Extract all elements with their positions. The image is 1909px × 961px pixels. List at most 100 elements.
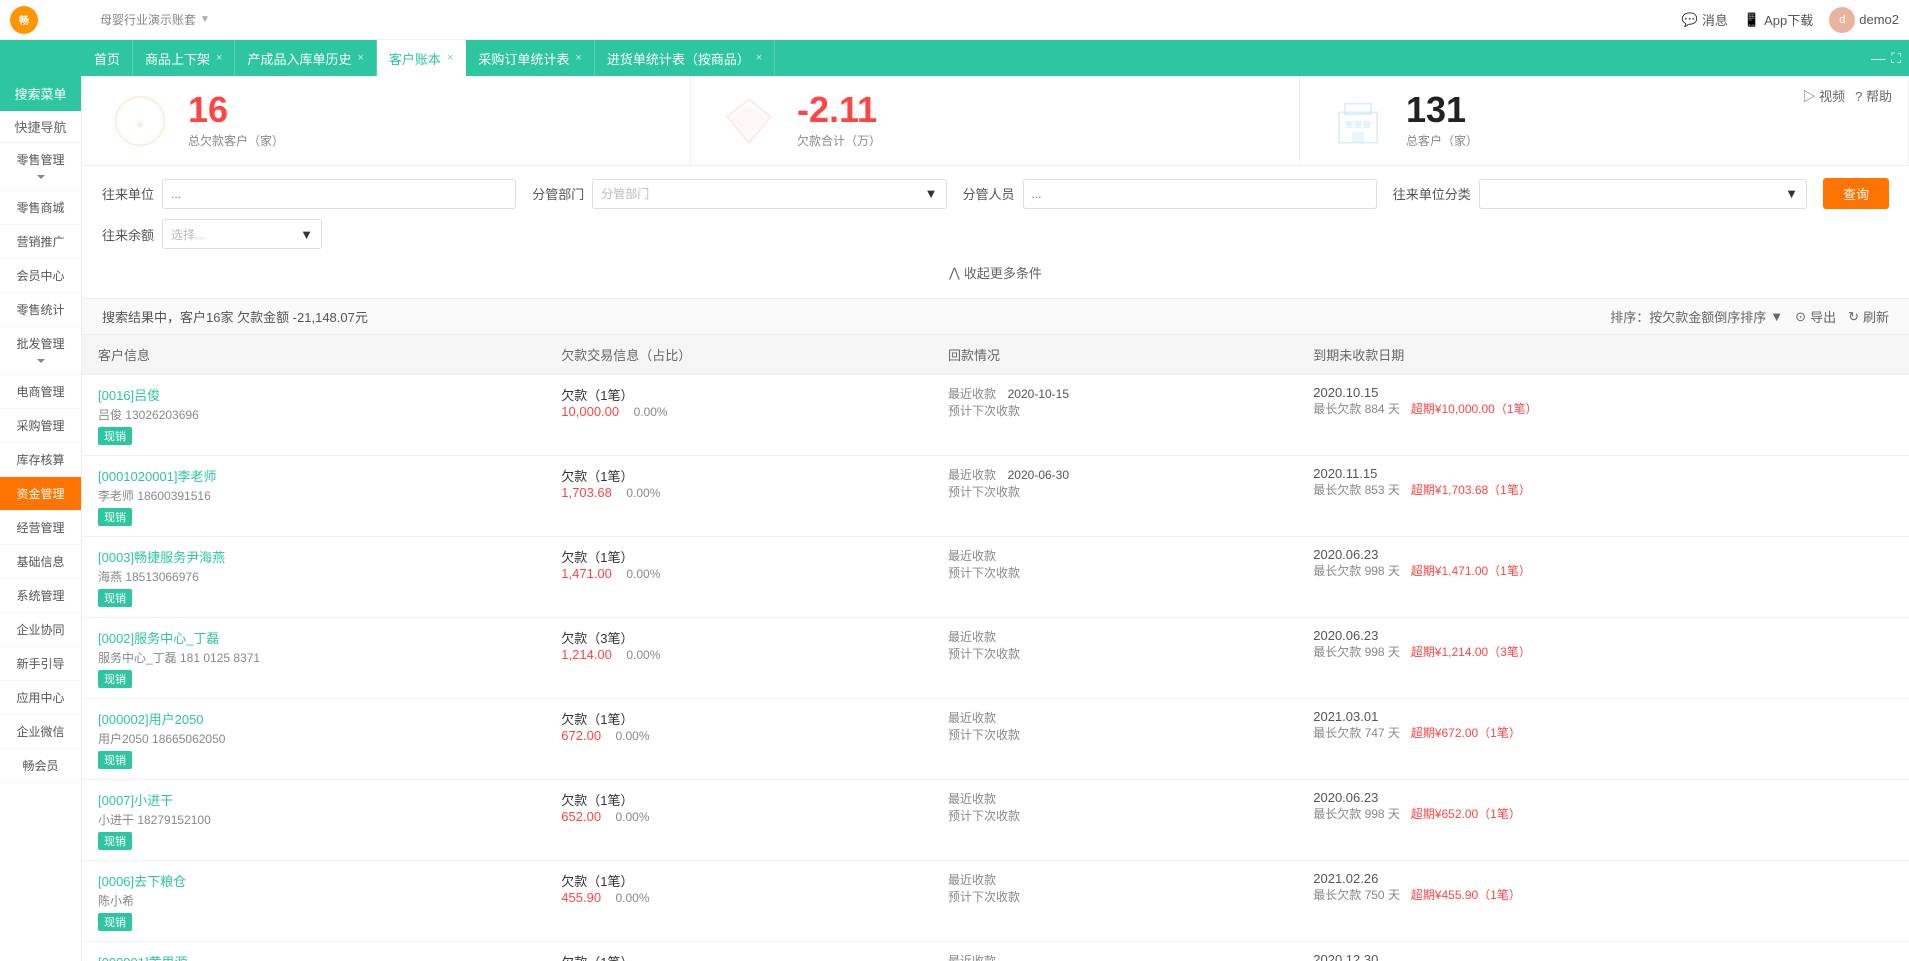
tab-purchase-stats[interactable]: 进货单统计表（按商品） × (595, 40, 775, 76)
overdue-amount[interactable]: 超期¥1,703.68（1笔） (1411, 483, 1531, 497)
sidebar-item-guide[interactable]: 新手引导 (0, 647, 81, 681)
sidebar-item-inventory[interactable]: 库存核算 (0, 443, 81, 477)
expand-icon (37, 175, 45, 179)
debt-amount[interactable]: 672.00 (561, 728, 601, 743)
overdue-amount[interactable]: 超期¥1,214.00（3笔） (1411, 645, 1531, 659)
tab-expand-btn[interactable]: ⛶ (1891, 50, 1901, 67)
view-video-btn[interactable]: ▷ 视频 (1803, 86, 1846, 105)
sidebar-item-retail-mall[interactable]: 零售商城 (0, 191, 81, 225)
top-bar: 畅 母婴行业演示账套 ▼ 💬 消息 📱 App下载 d demo2 (0, 0, 1909, 40)
sidebar-item-purchase[interactable]: 采购管理 (0, 409, 81, 443)
debt-percent: 0.00% (626, 486, 660, 500)
user-avatar[interactable]: d demo2 (1829, 7, 1899, 33)
tab-minimize-btn[interactable]: — (1871, 50, 1885, 66)
sidebar-item-batch-mgmt[interactable]: 批发管理 (0, 327, 81, 375)
sidebar-quick-nav[interactable]: 快捷导航 (0, 111, 81, 143)
debt-amount[interactable]: 1,471.00 (561, 566, 612, 581)
sidebar-item-member[interactable]: 会员中心 (0, 259, 81, 293)
sidebar-item-enterprise-wx[interactable]: 企业微信 (0, 715, 81, 749)
due-date: 2020.06.23 (1313, 628, 1893, 643)
receipt-info: 最近收款 (948, 952, 1281, 961)
help-btn[interactable]: ? 帮助 (1855, 86, 1892, 105)
sidebar-item-basic-info[interactable]: 基础信息 (0, 545, 81, 579)
debt-count: 欠款（1笔） (561, 709, 916, 728)
tab-home[interactable]: 首页 (82, 40, 133, 76)
results-summary: 搜索结果中，客户16家 欠款金额 -21,148.07元 (102, 307, 368, 326)
collapse-btn[interactable]: ⋀ 收起更多条件 (949, 259, 1042, 286)
industry-selector[interactable]: 母婴行业演示账套 ▼ (90, 11, 1682, 28)
export-btn[interactable]: ⊙ 导出 (1795, 307, 1836, 326)
customer-name-link[interactable]: [0007]小进干 (98, 790, 529, 809)
customer-name-link[interactable]: [0001020001]李老师 (98, 466, 529, 485)
stat-number-1: 16 (188, 92, 284, 128)
tab-production-history[interactable]: 产成品入库单历史 × (235, 40, 376, 76)
refresh-btn[interactable]: ↻ 刷新 (1848, 307, 1889, 326)
sidebar-item-ecommerce[interactable]: 电商管理 (0, 375, 81, 409)
tab-customer-account[interactable]: 客户账本 × (377, 40, 466, 76)
next-receipt: 预计下次收款 (948, 483, 1281, 500)
search-button[interactable]: 查询 (1823, 178, 1889, 209)
sidebar-item-app-center[interactable]: 应用中心 (0, 681, 81, 715)
sidebar: 搜索菜单 快捷导航 零售管理 零售商城 营销推广 会员中心 零售统计 批发 (0, 76, 82, 961)
sidebar-item-operation[interactable]: 经营管理 (0, 511, 81, 545)
sidebar-item-vip[interactable]: 畅会员 (0, 749, 81, 783)
debt-amount[interactable]: 455.90 (561, 890, 601, 905)
col-due-date: 到期未收款日期 (1297, 335, 1909, 375)
filter-manager: 分管人员 (963, 179, 1377, 209)
filter-dept: 分管部门 分管部门 ▼ (532, 179, 946, 209)
debt-amount[interactable]: 1,214.00 (561, 647, 612, 662)
due-date: 2020.10.15 (1313, 385, 1893, 400)
sidebar-item-finance[interactable]: 资金管理 (0, 477, 81, 511)
message-btn[interactable]: 💬 消息 (1682, 10, 1728, 29)
tab-close-purchase-order[interactable]: × (575, 52, 581, 64)
tab-close-customer-account[interactable]: × (447, 52, 453, 64)
balance-select[interactable]: 选择... ▼ (162, 219, 322, 249)
customer-table: 客户信息 欠款交易信息（占比） 回款情况 到期未收款日期 [0016]吕俊 吕俊… (82, 335, 1909, 961)
dept-select[interactable]: 分管部门 ▼ (592, 179, 946, 209)
customer-name-link[interactable]: [0003]畅捷服务尹海燕 (98, 547, 529, 566)
tab-close-production-history[interactable]: × (357, 52, 363, 64)
sidebar-item-system[interactable]: 系统管理 (0, 579, 81, 613)
manager-input[interactable] (1023, 179, 1377, 209)
building-icon (1330, 93, 1386, 149)
stat-info-1: 16 总欠款客户（家） (188, 92, 284, 149)
next-receipt: 预计下次收款 (948, 564, 1281, 581)
overdue-amount[interactable]: 超期¥455.90（1笔） (1411, 888, 1521, 902)
customer-name-link[interactable]: [000001]黄思源 (98, 952, 529, 961)
customer-name-link[interactable]: [0006]去下粮仓 (98, 871, 529, 890)
sidebar-item-marketing[interactable]: 营销推广 (0, 225, 81, 259)
debt-amount[interactable]: 10,000.00 (561, 404, 619, 419)
debt-amount[interactable]: 1,703.68 (561, 485, 612, 500)
sidebar-item-enterprise[interactable]: 企业协同 (0, 613, 81, 647)
receipt-info: 最近收款 2020-10-15 (948, 385, 1281, 402)
app-download-btn[interactable]: 📱 App下载 (1744, 10, 1813, 29)
stat-number-2: -2.11 (797, 92, 881, 128)
receipt-info: 最近收款 (948, 709, 1281, 726)
sidebar-item-retail-stats[interactable]: 零售统计 (0, 293, 81, 327)
diamond-icon (721, 93, 777, 149)
overdue-amount[interactable]: 超期¥1,471.00（1笔） (1411, 564, 1531, 578)
overdue-amount[interactable]: 超期¥672.00（1笔） (1411, 726, 1521, 740)
customer-sub: 李老师 18600391516 (98, 487, 529, 504)
category-select[interactable]: ▼ (1479, 179, 1807, 209)
sort-selector[interactable]: 排序：按欠款金额倒序排序 ▼ (1610, 307, 1783, 326)
customer-sub: 用户2050 18665062050 (98, 730, 529, 747)
overdue-days: 最长欠款 998 天 (1313, 645, 1400, 659)
tab-close-purchase-stats[interactable]: × (756, 52, 762, 64)
supplier-input[interactable] (162, 179, 516, 209)
money-icon: ¥ (112, 93, 168, 149)
sidebar-search[interactable]: 搜索菜单 (0, 76, 81, 111)
next-receipt: 预计下次收款 (948, 726, 1281, 743)
stat-card-debt-customers: ¥ 16 总欠款客户（家） (82, 76, 691, 165)
tab-product-status[interactable]: 商品上下架 × (133, 40, 235, 76)
overdue-amount[interactable]: 超期¥652.00（1笔） (1411, 807, 1521, 821)
debt-amount[interactable]: 652.00 (561, 809, 601, 824)
customer-name-link[interactable]: [0002]服务中心_丁磊 (98, 628, 529, 647)
sidebar-item-retail-mgmt[interactable]: 零售管理 (0, 143, 81, 191)
overdue-amount[interactable]: 超期¥10,000.00（1笔） (1411, 402, 1538, 416)
next-receipt: 预计下次收款 (948, 645, 1281, 662)
tab-close-product-status[interactable]: × (216, 52, 222, 64)
customer-name-link[interactable]: [0016]吕俊 (98, 385, 529, 404)
customer-name-link[interactable]: [000002]用户2050 (98, 709, 529, 728)
tab-purchase-order[interactable]: 采购订单统计表 × (466, 40, 594, 76)
